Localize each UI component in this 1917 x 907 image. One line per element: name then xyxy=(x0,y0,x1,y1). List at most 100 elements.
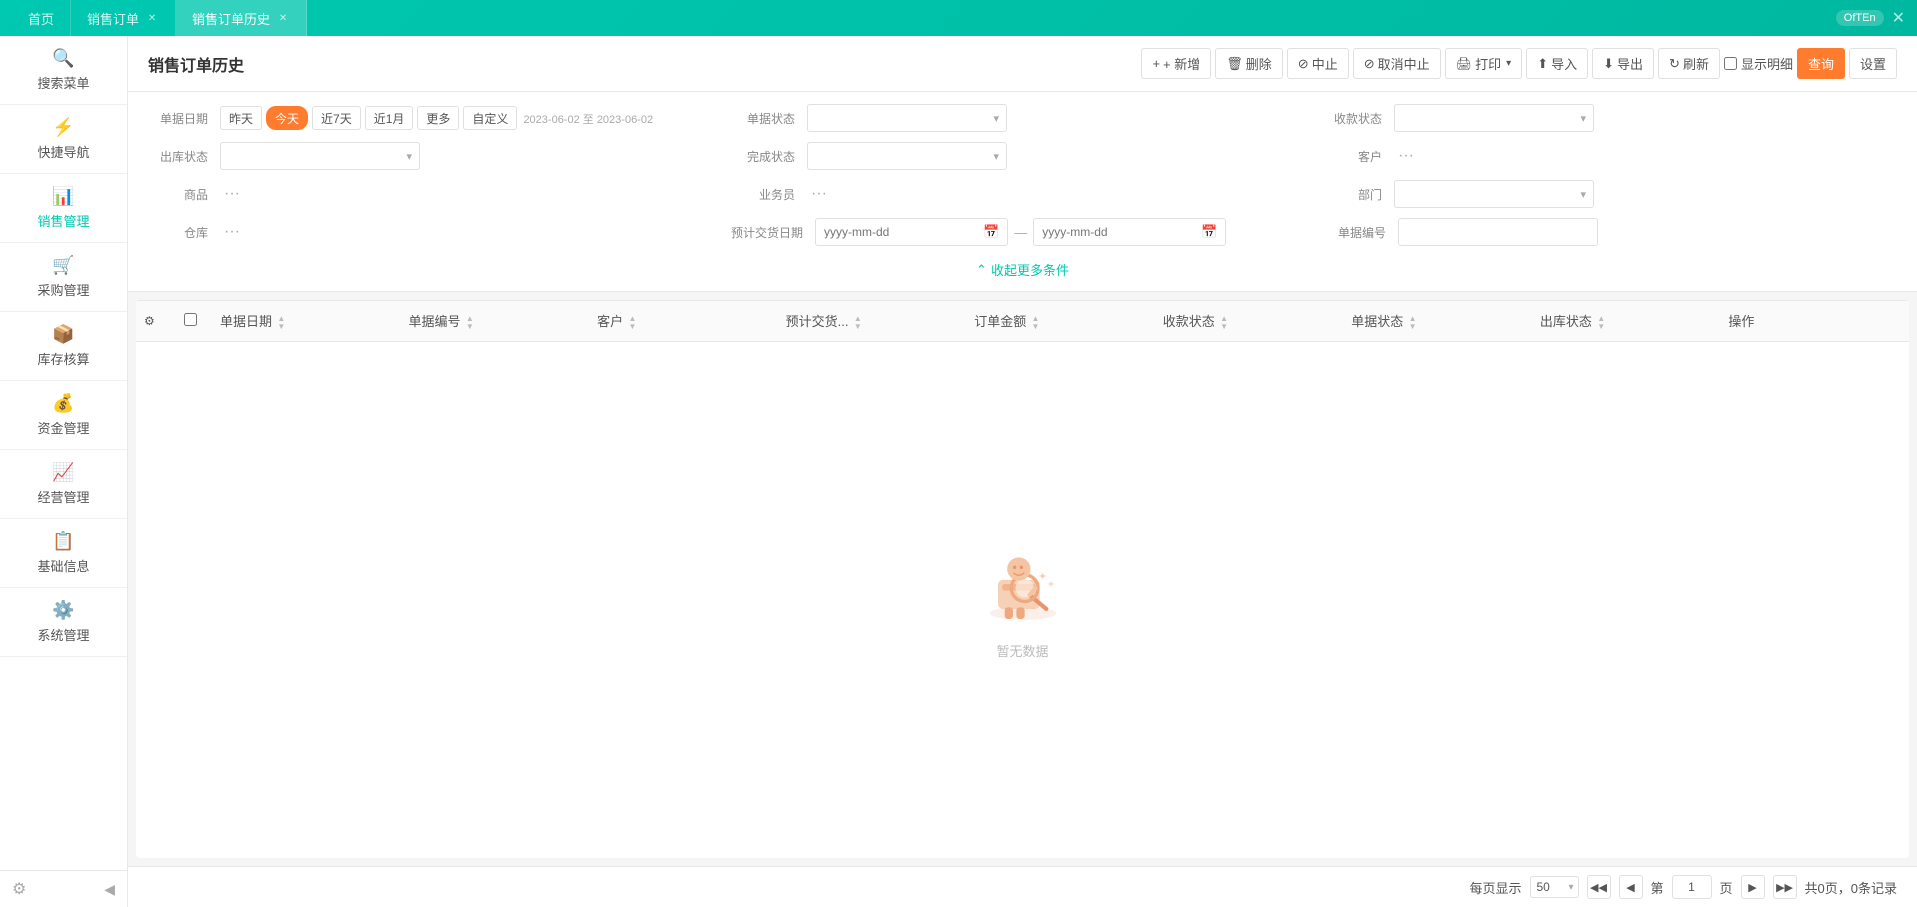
sidebar-icon-search-menu: 🔍 xyxy=(52,48,74,69)
sidebar-item-sales-mgmt[interactable]: 📊 销售管理 xyxy=(0,174,127,243)
cancel-stop-icon: ⊘ xyxy=(1364,56,1375,72)
query-button[interactable]: 查询 xyxy=(1797,48,1845,79)
tab-close-sales-order-history[interactable]: ✕ xyxy=(276,11,290,25)
first-page-btn[interactable]: ◀◀ xyxy=(1587,875,1611,899)
last1m-btn[interactable]: 近1月 xyxy=(365,106,414,130)
cancel-stop-button[interactable]: ⊘ 取消中止 xyxy=(1353,48,1441,79)
col-date[interactable]: 单据日期 ▲▼ xyxy=(212,301,401,342)
page-input[interactable] xyxy=(1672,875,1712,899)
cal-icon-start: 📅 xyxy=(983,224,999,240)
sidebar-item-finance[interactable]: 💰 资金管理 xyxy=(0,381,127,450)
import-button[interactable]: ⬆ 导入 xyxy=(1526,48,1588,79)
empty-icon: ✦ ✦ xyxy=(973,539,1073,629)
delete-button[interactable]: 🗑 删除 xyxy=(1215,48,1283,79)
total-info: 共0页，0条记录 xyxy=(1805,878,1897,897)
col-order-status[interactable]: 单据状态 ▲▼ xyxy=(1343,301,1532,342)
warehouse-picker[interactable]: ··· xyxy=(220,223,244,241)
sidebar-item-system[interactable]: ⚙️ 系统管理 xyxy=(0,588,127,657)
show-detail-checkbox[interactable] xyxy=(1724,57,1737,70)
sort-icon-receipt: ▲▼ xyxy=(1220,315,1228,331)
filter-row-4: 仓库 ··· 预计交货日期 📅 — 📅 单据编号 xyxy=(148,218,1897,246)
sidebar-collapse-icon[interactable]: ◀ xyxy=(104,881,115,898)
receipt-select[interactable] xyxy=(1394,104,1594,132)
more-btn[interactable]: 更多 xyxy=(417,106,459,130)
sidebar-label-sales-mgmt: 销售管理 xyxy=(37,211,89,230)
collapse-arrow-icon: ⌃ xyxy=(976,262,987,278)
col-expected[interactable]: 预计交货... ▲▼ xyxy=(778,301,967,342)
dept-label: 部门 xyxy=(1322,186,1382,203)
content-area: 销售订单历史 + + 新增 🗑 删除 ⊘ 中止 ⊘ xyxy=(128,36,1917,907)
customer-control: ··· xyxy=(1394,147,1897,165)
date-display-area: 2023-06-02 至 2023-06-02 xyxy=(523,109,653,127)
date-quick-buttons: 昨天 今天 近7天 近1月 更多 自定义 xyxy=(220,106,517,130)
export-button[interactable]: ⬇ 导出 xyxy=(1592,48,1654,79)
tab-sales-order[interactable]: 销售订单✕ xyxy=(71,0,176,36)
complete-select[interactable] xyxy=(807,142,1007,170)
print-button[interactable]: 🖨 打印 ▾ xyxy=(1445,48,1523,79)
col-checkbox[interactable] xyxy=(176,301,212,342)
order-no-input[interactable] xyxy=(1398,218,1598,246)
collapse-button[interactable]: ⌃ 收起更多条件 xyxy=(148,256,1897,279)
dept-control xyxy=(1394,180,1897,208)
salesman-picker[interactable]: ··· xyxy=(807,185,831,203)
col-settings[interactable]: ⚙ xyxy=(136,301,176,342)
main-layout: 🔍 搜索菜单 ⚡ 快捷导航 📊 销售管理 🛒 采购管理 📦 库存核算 💰 资金管… xyxy=(0,36,1917,907)
sidebar-item-inventory[interactable]: 📦 库存核算 xyxy=(0,312,127,381)
toolbar: + + 新增 🗑 删除 ⊘ 中止 ⊘ 取消中止 xyxy=(1141,48,1897,79)
dept-select[interactable] xyxy=(1394,180,1594,208)
tab-home[interactable]: 首页 xyxy=(12,0,71,36)
settings-button[interactable]: 设置 xyxy=(1849,48,1897,79)
sidebar-item-purchase-mgmt[interactable]: 🛒 采购管理 xyxy=(0,243,127,312)
product-picker[interactable]: ··· xyxy=(220,185,244,203)
page-title-row: 销售订单历史 + + 新增 🗑 删除 ⊘ 中止 ⊘ xyxy=(148,48,1897,79)
sidebar-item-search-menu[interactable]: 🔍 搜索菜单 xyxy=(0,36,127,105)
sort-icon-expected: ▲▼ xyxy=(854,315,862,331)
sidebar-label-quick-nav: 快捷导航 xyxy=(37,142,89,161)
col-customer[interactable]: 客户 ▲▼ xyxy=(589,301,778,342)
window-close-icon[interactable]: ✕ xyxy=(1892,8,1905,28)
expected-date-start[interactable] xyxy=(824,225,979,239)
expected-date-end[interactable] xyxy=(1042,225,1197,239)
top-bar: 首页销售订单✕销售订单历史✕ OfTEn ✕ xyxy=(0,0,1917,36)
date-filter-label: 单据日期 xyxy=(148,110,208,127)
status-select[interactable] xyxy=(807,104,1007,132)
tab-close-sales-order[interactable]: ✕ xyxy=(145,11,159,25)
col-receipt-status[interactable]: 收款状态 ▲▼ xyxy=(1155,301,1344,342)
customer-picker[interactable]: ··· xyxy=(1394,147,1418,165)
custom-btn[interactable]: 自定义 xyxy=(463,106,517,130)
refresh-button[interactable]: ↻ 刷新 xyxy=(1658,48,1720,79)
new-button[interactable]: + + 新增 xyxy=(1141,48,1211,79)
out-select-wrapper xyxy=(220,142,420,170)
per-page-select[interactable]: 50 10 20 100 xyxy=(1530,876,1579,898)
last-page-btn[interactable]: ▶▶ xyxy=(1773,875,1797,899)
col-out-status[interactable]: 出库状态 ▲▼ xyxy=(1532,301,1721,342)
filter-area: 单据日期 昨天 今天 近7天 近1月 更多 自定义 2023-06-02 至 2… xyxy=(128,92,1917,292)
col-order-no[interactable]: 单据编号 ▲▼ xyxy=(401,301,590,342)
yesterday-btn[interactable]: 昨天 xyxy=(220,106,262,130)
sidebar-item-quick-nav[interactable]: ⚡ 快捷导航 xyxy=(0,105,127,174)
stop-button[interactable]: ⊘ 中止 xyxy=(1287,48,1349,79)
col-amount[interactable]: 订单金额 ▲▼ xyxy=(966,301,1155,342)
select-all-checkbox[interactable] xyxy=(184,313,197,326)
warehouse-label: 仓库 xyxy=(148,224,208,241)
dept-select-wrapper xyxy=(1394,180,1594,208)
sidebar-settings-icon[interactable]: ⚙ xyxy=(12,879,26,899)
pagination-bar: 每页显示 50 10 20 100 ◀◀ ◀ 第 页 ▶ ▶▶ 共0页，0条记录 xyxy=(128,866,1917,907)
product-control: ··· xyxy=(220,185,723,203)
page-title: 销售订单历史 xyxy=(148,52,244,76)
prev-page-btn[interactable]: ◀ xyxy=(1619,875,1643,899)
new-icon: + xyxy=(1152,56,1160,71)
receipt-status-control xyxy=(1394,104,1897,132)
show-detail-label[interactable]: 显示明细 xyxy=(1724,54,1793,73)
status-filter-label: 单据状态 xyxy=(735,110,795,127)
refresh-icon: ↻ xyxy=(1669,56,1680,72)
out-select[interactable] xyxy=(220,142,420,170)
table-wrapper: ⚙ 单据日期 ▲▼ 单据编号 ▲▼ 客户 ▲▼ xyxy=(136,300,1909,858)
last7-btn[interactable]: 近7天 xyxy=(312,106,361,130)
sidebar-icon-purchase-mgmt: 🛒 xyxy=(52,255,74,276)
tab-sales-order-history[interactable]: 销售订单历史✕ xyxy=(176,0,307,36)
today-btn[interactable]: 今天 xyxy=(266,106,308,130)
next-page-btn[interactable]: ▶ xyxy=(1741,875,1765,899)
sidebar-item-basic-info[interactable]: 📋 基础信息 xyxy=(0,519,127,588)
sidebar-item-operations[interactable]: 📈 经营管理 xyxy=(0,450,127,519)
